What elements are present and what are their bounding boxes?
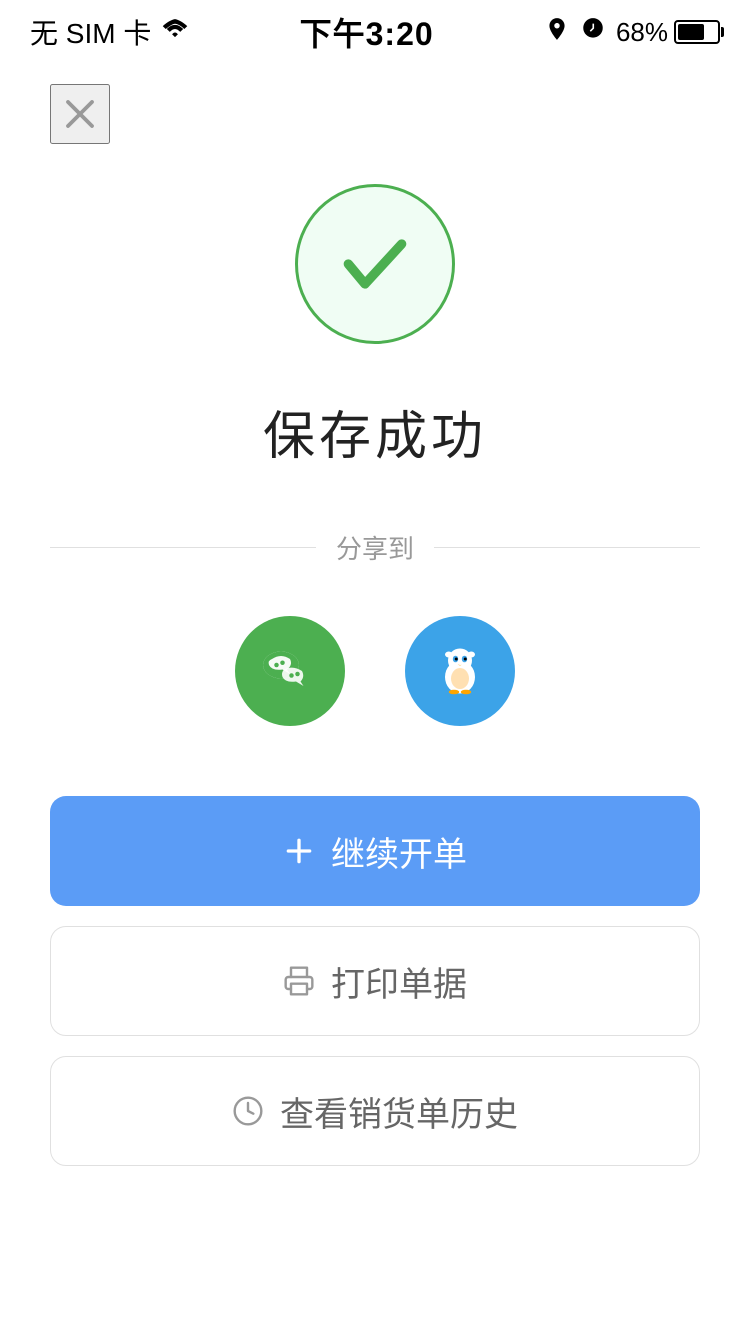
battery-indicator: 68%: [616, 17, 720, 48]
print-label: 打印单据: [331, 957, 467, 1006]
plus-icon: [283, 835, 315, 867]
success-title: 保存成功: [263, 394, 487, 469]
divider-left: [50, 547, 316, 548]
status-right: 68%: [544, 16, 720, 49]
continue-order-label: 继续开单: [331, 827, 467, 876]
print-button[interactable]: 打印单据: [50, 926, 700, 1036]
location-icon: [544, 16, 570, 49]
printer-icon: [283, 965, 315, 997]
battery-percent: 68%: [616, 17, 668, 48]
share-divider: 分享到: [50, 529, 700, 566]
share-qq-button[interactable]: [405, 616, 515, 726]
continue-order-button[interactable]: 继续开单: [50, 796, 700, 906]
share-buttons: [235, 616, 515, 726]
success-circle: [295, 184, 455, 344]
divider-right: [434, 547, 700, 548]
status-time: 下午3:20: [300, 9, 434, 55]
main-content: 保存成功 分享到: [0, 64, 750, 1226]
carrier-label: 无 SIM 卡: [30, 12, 151, 52]
wifi-icon: [161, 15, 189, 50]
share-label: 分享到: [336, 529, 414, 566]
action-buttons: 继续开单 打印单据 查看销货单历史: [50, 796, 700, 1166]
close-button[interactable]: [50, 84, 110, 144]
alarm-icon: [580, 16, 606, 49]
history-button[interactable]: 查看销货单历史: [50, 1056, 700, 1166]
battery-icon: [674, 20, 720, 44]
status-left: 无 SIM 卡: [30, 12, 189, 52]
status-bar: 无 SIM 卡 下午3:20 68%: [0, 0, 750, 64]
share-wechat-button[interactable]: [235, 616, 345, 726]
clock-icon: [232, 1095, 264, 1127]
history-label: 查看销货单历史: [280, 1087, 518, 1136]
